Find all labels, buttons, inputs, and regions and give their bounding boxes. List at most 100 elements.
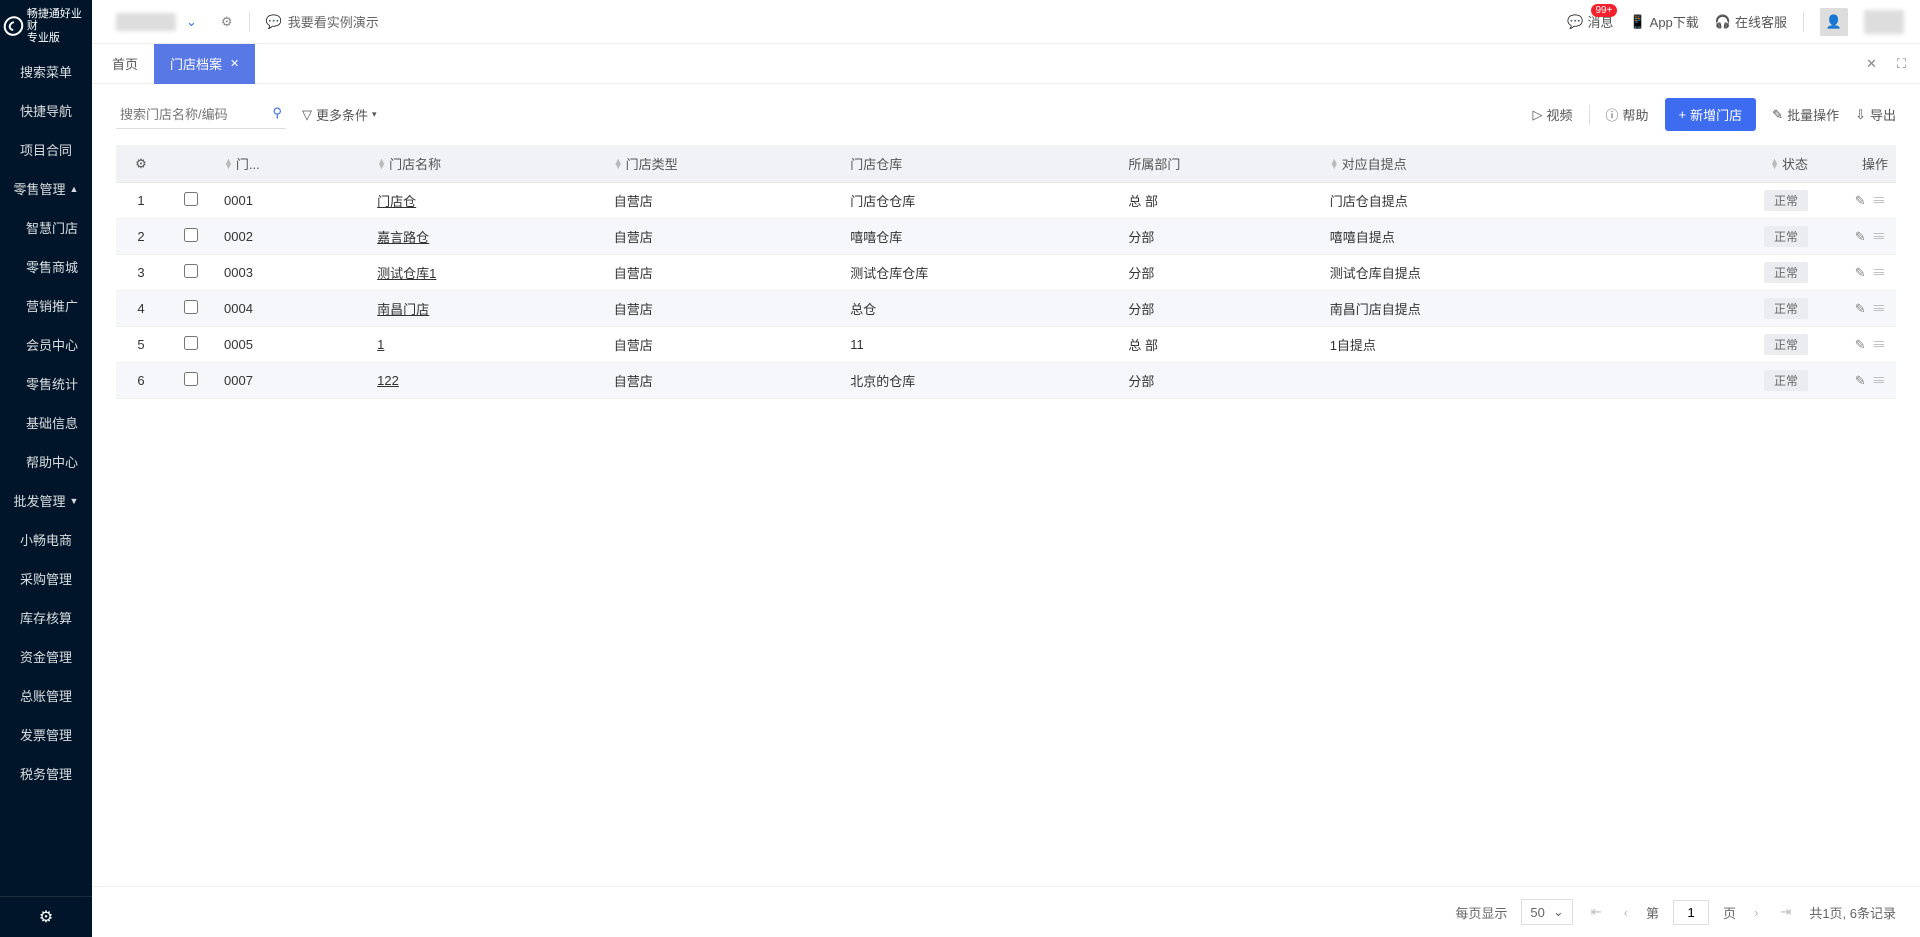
store-name-link[interactable]: 122 [377, 373, 399, 388]
cell-type: 自营店 [606, 363, 843, 399]
help-button[interactable]: ⓘ 帮助 [1606, 105, 1649, 124]
tab-0[interactable]: 首页 [96, 44, 154, 84]
more-icon[interactable]: 𝄘 [1874, 193, 1884, 208]
sidebar-item-2[interactable]: 项目合同 [0, 130, 92, 169]
first-page-button[interactable]: ⇤ [1587, 904, 1606, 920]
sidebar-item-3[interactable]: 零售管理▲ [0, 169, 92, 208]
page-suffix: 页 [1723, 903, 1736, 922]
store-name-link[interactable]: 南昌门店 [377, 302, 429, 317]
col-warehouse: 门店仓库 [842, 145, 1120, 183]
edit-icon[interactable]: ✎ [1855, 265, 1866, 280]
more-icon[interactable]: 𝄘 [1874, 373, 1884, 388]
cell-warehouse: 总仓 [842, 291, 1120, 327]
row-checkbox[interactable] [184, 264, 198, 278]
sidebar-item-9[interactable]: 基础信息 [0, 403, 92, 442]
fullscreen-toggle[interactable]: ⛶ [1887, 56, 1916, 72]
table-row: 500051自营店11总 部1自提点正常✎𝄘 [116, 327, 1896, 363]
cell-warehouse: 嘻嘻仓库 [842, 219, 1120, 255]
edit-icon[interactable]: ✎ [1855, 229, 1866, 244]
sidebar-item-5[interactable]: 零售商城 [0, 247, 92, 286]
sidebar-item-label: 发票管理 [20, 725, 72, 744]
sidebar-item-8[interactable]: 零售统计 [0, 364, 92, 403]
cell-pickup: 南昌门店自提点 [1322, 291, 1639, 327]
row-checkbox[interactable] [184, 300, 198, 314]
row-index: 1 [116, 183, 166, 219]
sidebar-item-6[interactable]: 营销推广 [0, 286, 92, 325]
export-button[interactable]: ⇩ 导出 [1855, 105, 1896, 124]
sidebar-item-0[interactable]: 搜索菜单 [0, 52, 92, 91]
col-pickup[interactable]: ▲▼对应自提点 [1322, 145, 1639, 183]
sidebar-item-4[interactable]: 智慧门店 [0, 208, 92, 247]
sidebar-item-label: 采购管理 [20, 569, 72, 588]
store-name-link[interactable]: 门店仓 [377, 194, 416, 209]
store-name-link[interactable]: 测试仓库1 [377, 266, 436, 281]
sidebar-item-12[interactable]: 小畅电商 [0, 520, 92, 559]
edit-icon[interactable]: ✎ [1855, 337, 1866, 352]
sidebar-item-16[interactable]: 总账管理 [0, 676, 92, 715]
messages-link[interactable]: 💬 消息 99+ [1567, 12, 1613, 31]
edit-icon[interactable]: ✎ [1855, 373, 1866, 388]
prev-page-button[interactable]: ‹ [1620, 905, 1632, 920]
help-icon: ⓘ [1606, 105, 1619, 124]
row-checkbox[interactable] [184, 336, 198, 350]
sidebar-item-1[interactable]: 快捷导航 [0, 91, 92, 130]
video-button[interactable]: ▷ 视频 [1533, 105, 1573, 124]
search-icon[interactable]: ⚲ [272, 105, 282, 121]
sidebar-settings[interactable]: ⚙ [0, 896, 92, 937]
row-checkbox[interactable] [184, 192, 198, 206]
pagination: 每页显示 50 ⌄ ⇤ ‹ 第 页 › ⇥ 共1页, 6条记录 [92, 886, 1920, 937]
cell-type: 自营店 [606, 183, 843, 219]
search-box: ⚲ [116, 101, 286, 129]
col-name[interactable]: ▲▼门店名称 [369, 145, 606, 183]
avatar[interactable]: 👤 [1820, 8, 1848, 36]
search-input[interactable] [116, 101, 286, 129]
sidebar-item-label: 项目合同 [20, 140, 72, 159]
row-index: 5 [116, 327, 166, 363]
company-selector[interactable]: ⌄ [108, 9, 205, 35]
batch-ops-button[interactable]: ✎ 批量操作 [1772, 105, 1839, 124]
page-input[interactable] [1673, 900, 1709, 925]
sidebar-item-18[interactable]: 税务管理 [0, 754, 92, 793]
store-name-link[interactable]: 1 [377, 337, 384, 352]
last-page-button[interactable]: ⇥ [1776, 904, 1795, 920]
row-checkbox[interactable] [184, 228, 198, 242]
app-download[interactable]: 📱 App下载 [1629, 12, 1698, 31]
tab-1[interactable]: 门店档案✕ [154, 44, 255, 84]
col-code[interactable]: ▲▼门... [216, 145, 369, 183]
tab-close-all[interactable]: ✕ [1856, 56, 1887, 72]
row-checkbox[interactable] [184, 372, 198, 386]
sidebar-item-10[interactable]: 帮助中心 [0, 442, 92, 481]
next-page-button[interactable]: › [1750, 905, 1762, 920]
sidebar-item-11[interactable]: 批发管理▼ [0, 481, 92, 520]
store-name-link[interactable]: 嘉言路仓 [377, 230, 429, 245]
cell-code: 0002 [216, 219, 369, 255]
more-icon[interactable]: 𝄘 [1874, 265, 1884, 280]
sidebar-item-label: 智慧门店 [26, 218, 78, 237]
more-icon[interactable]: 𝄘 [1874, 229, 1884, 244]
more-icon[interactable]: 𝄘 [1874, 301, 1884, 316]
add-store-button[interactable]: + 新增门店 [1665, 98, 1757, 131]
sidebar-item-7[interactable]: 会员中心 [0, 325, 92, 364]
col-status[interactable]: ▲▼状态 [1638, 145, 1816, 183]
col-settings[interactable]: ⚙ [116, 145, 166, 183]
cell-dept: 分部 [1120, 291, 1321, 327]
col-type[interactable]: ▲▼门店类型 [606, 145, 843, 183]
sidebar-item-13[interactable]: 采购管理 [0, 559, 92, 598]
gear-icon[interactable]: ⚙ [221, 14, 233, 30]
more-filter[interactable]: ▽ 更多条件 ▾ [302, 105, 377, 124]
sidebar-item-label: 批发管理 [14, 491, 66, 510]
edit-icon[interactable]: ✎ [1855, 301, 1866, 316]
online-service[interactable]: 🎧 在线客服 [1715, 12, 1787, 31]
sidebar-item-17[interactable]: 发票管理 [0, 715, 92, 754]
cell-dept: 分部 [1120, 363, 1321, 399]
cell-pickup: 测试仓库自提点 [1322, 255, 1639, 291]
per-page-select[interactable]: 50 ⌄ [1521, 899, 1572, 925]
demo-link[interactable]: 💬 我要看实例演示 [266, 12, 379, 31]
more-icon[interactable]: 𝄘 [1874, 337, 1884, 352]
close-icon[interactable]: ✕ [230, 57, 239, 70]
edit-icon[interactable]: ✎ [1855, 193, 1866, 208]
sidebar-item-15[interactable]: 资金管理 [0, 637, 92, 676]
comment-icon: 💬 [266, 14, 282, 30]
sidebar-item-14[interactable]: 库存核算 [0, 598, 92, 637]
col-ops: 操作 [1816, 145, 1896, 183]
